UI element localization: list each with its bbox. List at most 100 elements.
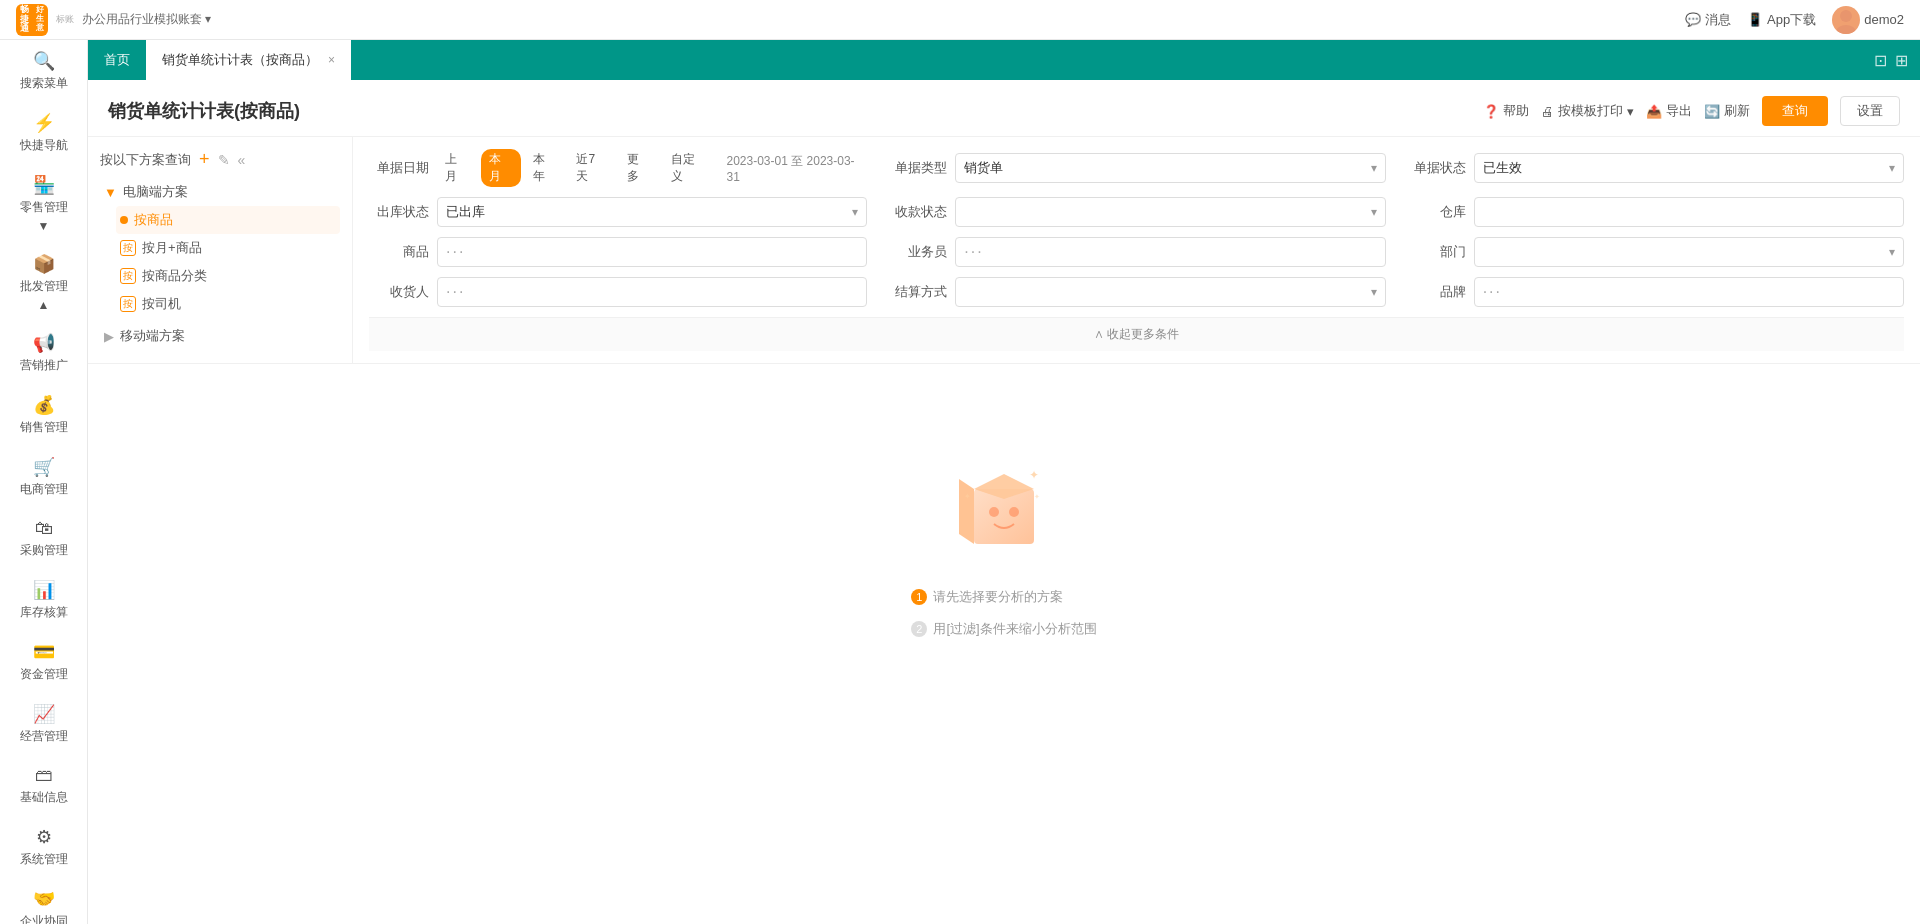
message-button[interactable]: 💬 消息 (1685, 11, 1731, 29)
sidebar-item-finance[interactable]: 💳 资金管理 (0, 631, 87, 693)
sidebar-item-search[interactable]: 🔍 搜索菜单 (0, 40, 87, 102)
goods-label: 商品 (369, 243, 429, 261)
tree-item-by-month-goods[interactable]: 按 按月+商品 (116, 234, 340, 262)
tree-item-mobile[interactable]: ▶ 移动端方案 (100, 322, 340, 350)
tab-close-button[interactable]: × (328, 53, 335, 67)
warehouse-select[interactable] (1474, 197, 1904, 227)
sidebar-item-inventory[interactable]: 📊 库存核算 (0, 569, 87, 631)
user-menu[interactable]: demo2 (1832, 6, 1904, 34)
salesperson-label: 业务员 (887, 243, 947, 261)
tree-item-by-driver[interactable]: 按 按司机 (116, 290, 340, 318)
receiver-select[interactable]: ··· (437, 277, 867, 307)
date-tab-this-year[interactable]: 本年 (525, 149, 565, 187)
doc-type-label: 单据类型 (887, 159, 947, 177)
receive-status-label: 收款状态 (887, 203, 947, 221)
receive-status-select[interactable]: ▾ (955, 197, 1385, 227)
page-actions: ❓ 帮助 🖨 按模板打印 ▾ 📤 导出 🔄 (1483, 96, 1900, 126)
content-area: 首页 销货单统计计表（按商品） × ⊡ ⊞ 销货单统计计表(按商品) ❓ (88, 40, 1920, 924)
svg-point-1 (1836, 25, 1856, 34)
date-tab-7days[interactable]: 近7天 (568, 149, 614, 187)
receive-status-arrow-icon: ▾ (1371, 205, 1377, 219)
topbar-right: 💬 消息 📱 App下载 demo2 (1685, 6, 1904, 34)
ecommerce-icon: 🛒 (33, 456, 55, 478)
tree-item-by-goods[interactable]: 按商品 (116, 206, 340, 234)
sidebar-item-quick-nav[interactable]: ⚡ 快捷导航 (0, 102, 87, 164)
query-button[interactable]: 查询 (1762, 96, 1828, 126)
filter-item-salesperson: 业务员 ··· (887, 237, 1385, 267)
tree-expand-mobile-icon: ▶ (104, 329, 114, 344)
tab-minimize-button[interactable]: ⊡ (1874, 51, 1887, 70)
salesperson-dots: ··· (964, 243, 983, 261)
tree-sub-pc: 按商品 按 按月+商品 按 按商品分类 (100, 206, 340, 318)
filter-area: 按以下方案查询 + ✎ « ▼ 电脑端方案 (88, 137, 1920, 364)
tree-item-pc[interactable]: ▼ 电脑端方案 (100, 178, 340, 206)
brand-select[interactable]: ··· (1474, 277, 1904, 307)
help-button[interactable]: ❓ 帮助 (1483, 102, 1529, 120)
topbar-left: 畅捷通 好生意 标账 办公用品行业模拟账套 ▾ (16, 4, 211, 36)
retail-expand-icon: ▼ (38, 219, 50, 233)
tree-item-by-category[interactable]: 按 按商品分类 (116, 262, 340, 290)
tree-expand-pc-icon: ▼ (104, 185, 117, 200)
tab-expand-button[interactable]: ⊞ (1895, 51, 1908, 70)
refresh-button[interactable]: 🔄 刷新 (1704, 102, 1750, 120)
marketing-icon: 📢 (33, 332, 55, 354)
svg-point-0 (1840, 10, 1852, 22)
sidebar-item-basic[interactable]: 🗃 基础信息 (0, 755, 87, 816)
workspace-selector[interactable]: 办公用品行业模拟账套 ▾ (82, 11, 211, 28)
goods-select[interactable]: ··· (437, 237, 867, 267)
sidebar-item-enterprise[interactable]: 🤝 企业协同 (0, 878, 87, 924)
payment-label: 结算方式 (887, 283, 947, 301)
operations-icon: 📈 (33, 703, 55, 725)
goods-dots: ··· (446, 243, 465, 261)
collapse-more-conditions[interactable]: ∧ 收起更多条件 (369, 317, 1904, 351)
tab-home[interactable]: 首页 (88, 40, 146, 80)
add-scheme-button[interactable]: + (199, 149, 210, 170)
out-status-label: 出库状态 (369, 203, 429, 221)
sidebar-item-sales[interactable]: 💰 销售管理 (0, 384, 87, 446)
date-label: 单据日期 (369, 159, 429, 177)
retail-icon: 🏪 (33, 174, 55, 196)
purchase-icon: 🛍 (35, 518, 53, 539)
tab-sales-stats[interactable]: 销货单统计计表（按商品） × (146, 40, 351, 80)
department-select[interactable]: ▾ (1474, 237, 1904, 267)
filter-row-2: 出库状态 已出库 ▾ 收款状态 ▾ (369, 197, 1904, 227)
finance-icon: 💳 (33, 641, 55, 663)
out-status-select[interactable]: 已出库 ▾ (437, 197, 867, 227)
edit-scheme-button[interactable]: ✎ (218, 152, 230, 168)
basic-icon: 🗃 (35, 765, 53, 786)
doc-type-arrow-icon: ▾ (1371, 161, 1377, 175)
tab-end-actions: ⊡ ⊞ (1874, 51, 1920, 70)
date-tab-last-month[interactable]: 上月 (437, 149, 477, 187)
sidebar-item-system[interactable]: ⚙ 系统管理 (0, 816, 87, 878)
settings-button[interactable]: 设置 (1840, 96, 1900, 126)
sidebar-item-wholesale[interactable]: 📦 批发管理 ▲ (0, 243, 87, 322)
receiver-dots: ··· (446, 283, 465, 301)
template-print-button[interactable]: 🖨 按模板打印 ▾ (1541, 102, 1634, 120)
collapse-scheme-button[interactable]: « (238, 152, 246, 168)
sidebar-item-ecommerce[interactable]: 🛒 电商管理 (0, 446, 87, 508)
empty-tip-1: 1 请先选择要分析的方案 (911, 584, 1096, 610)
salesperson-select[interactable]: ··· (955, 237, 1385, 267)
sidebar-item-marketing[interactable]: 📢 营销推广 (0, 322, 87, 384)
date-tab-more[interactable]: 更多 (619, 149, 659, 187)
doc-type-select[interactable]: 销货单 ▾ (955, 153, 1385, 183)
export-button[interactable]: 📤 导出 (1646, 102, 1692, 120)
sales-icon: 💰 (33, 394, 55, 416)
date-tab-custom[interactable]: 自定义 (663, 149, 715, 187)
date-range-display: 2023-03-01 至 2023-03-31 (727, 153, 868, 184)
date-tab-this-month[interactable]: 本月 (481, 149, 521, 187)
empty-tips: 1 请先选择要分析的方案 2 用[过滤]条件来缩小分析范围 (911, 584, 1096, 642)
filter-row-1: 单据日期 上月 本月 本年 近7天 更多 自定义 (369, 149, 1904, 187)
scheme-panel-header: 按以下方案查询 + ✎ « (100, 149, 340, 170)
sidebar-item-operations[interactable]: 📈 经营管理 (0, 693, 87, 755)
doc-status-select[interactable]: 已生效 ▾ (1474, 153, 1904, 183)
doc-status-arrow-icon: ▾ (1889, 161, 1895, 175)
date-range-control: 上月 本月 本年 近7天 更多 自定义 2023-03-01 至 2023-03… (437, 149, 867, 187)
app-download-button[interactable]: 📱 App下载 (1747, 11, 1816, 29)
sidebar-item-purchase[interactable]: 🛍 采购管理 (0, 508, 87, 569)
sidebar-item-retail[interactable]: 🏪 零售管理 ▼ (0, 164, 87, 243)
payment-select[interactable]: ▾ (955, 277, 1385, 307)
filter-item-brand: 品牌 ··· (1406, 277, 1904, 307)
svg-marker-4 (959, 479, 974, 544)
app-logo: 畅捷通 好生意 (16, 4, 48, 36)
